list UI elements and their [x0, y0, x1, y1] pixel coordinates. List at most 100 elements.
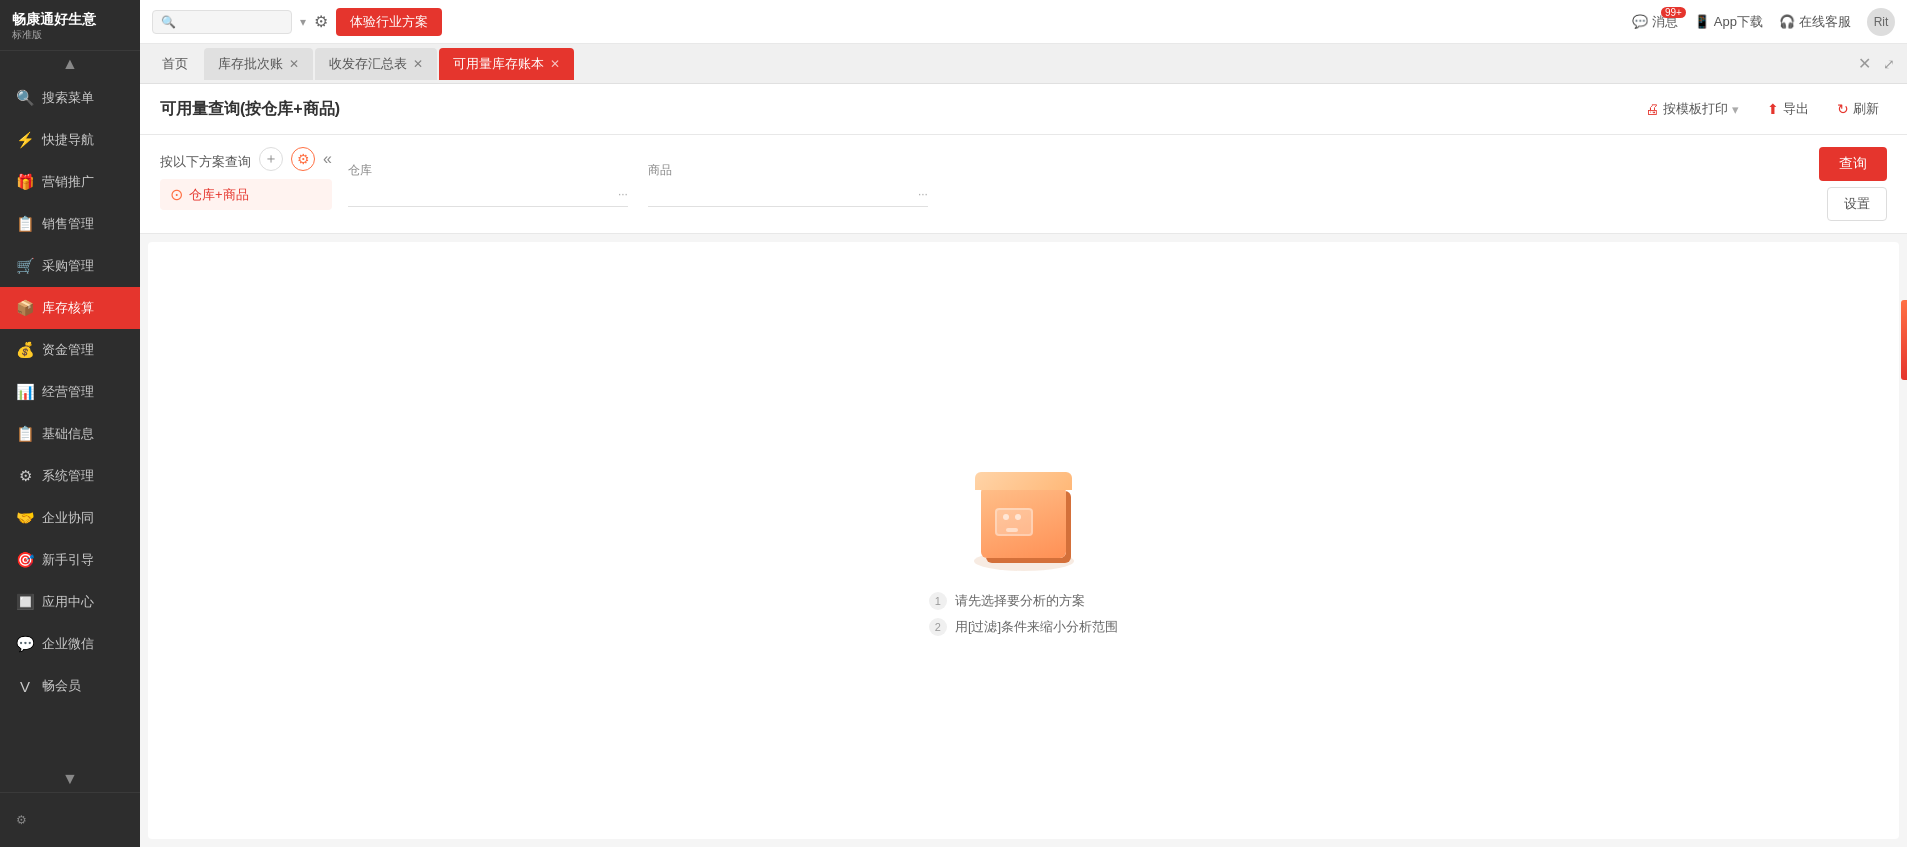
- message-btn[interactable]: 💬 消息 99+: [1632, 13, 1678, 31]
- scroll-down-btn[interactable]: ▼: [0, 766, 140, 792]
- tab-summary-close-icon[interactable]: ✕: [413, 58, 423, 70]
- sidebar-icon-0: 🔍: [16, 89, 34, 107]
- hint1-text: 请先选择要分析的方案: [955, 592, 1085, 610]
- collapse-icon[interactable]: «: [323, 150, 332, 168]
- sidebar-item-settings[interactable]: ⚙: [0, 801, 140, 839]
- tab-available-qty[interactable]: 可用量库存账本 ✕: [439, 48, 574, 80]
- user-avatar[interactable]: Rit: [1867, 8, 1895, 36]
- print-chevron-icon: ▾: [1732, 102, 1739, 117]
- topbar-chevron-icon[interactable]: ▾: [300, 15, 306, 29]
- tab-available-label: 可用量库存账本: [453, 55, 544, 73]
- print-label: 按模板打印: [1663, 100, 1728, 118]
- scheme-item-warehouse-goods[interactable]: ⊙ 仓库+商品: [160, 179, 332, 210]
- print-btn[interactable]: 🖨 按模板打印 ▾: [1637, 96, 1747, 122]
- topbar-gear-icon[interactable]: ⚙: [314, 12, 328, 31]
- sidebar-item-12[interactable]: 🔲 应用中心: [0, 581, 140, 623]
- filter-area: 按以下方案查询 ＋ ⚙ « ⊙ 仓库+商品 仓库 ··: [140, 135, 1907, 234]
- sidebar-icon-1: ⚡: [16, 131, 34, 149]
- page-title: 可用量查询(按仓库+商品): [160, 99, 340, 120]
- tab-summary-label: 收发存汇总表: [329, 55, 407, 73]
- user-initial: Rit: [1874, 15, 1889, 29]
- content-body: 1 请先选择要分析的方案 2 用[过滤]条件来缩小分析范围: [148, 242, 1899, 839]
- expand-icon[interactable]: ⤢: [1879, 52, 1899, 76]
- sidebar-item-8[interactable]: 📋 基础信息: [0, 413, 140, 455]
- sidebar-item-13[interactable]: 💬 企业微信: [0, 623, 140, 665]
- sidebar-icon-8: 📋: [16, 425, 34, 443]
- trial-btn[interactable]: 体验行业方案: [336, 8, 442, 36]
- sidebar-label-10: 企业协同: [42, 509, 94, 527]
- sidebar-label-14: 畅会员: [42, 677, 81, 695]
- sidebar-item-14[interactable]: V 畅会员: [0, 665, 140, 707]
- sidebar-label-1: 快捷导航: [42, 131, 94, 149]
- empty-hints: 1 请先选择要分析的方案 2 用[过滤]条件来缩小分析范围: [929, 592, 1118, 636]
- app-version: 标准版: [12, 28, 128, 42]
- filter-scheme-list: ⊙ 仓库+商品: [160, 179, 332, 210]
- sidebar-item-10[interactable]: 🤝 企业协同: [0, 497, 140, 539]
- online-service-btn[interactable]: 🎧 在线客服: [1779, 13, 1851, 31]
- goods-input[interactable]: [648, 187, 914, 202]
- tab-batch-account[interactable]: 库存批次账 ✕: [204, 48, 313, 80]
- warehouse-input-wrap: ···: [348, 183, 628, 207]
- sidebar-label-4: 采购管理: [42, 257, 94, 275]
- avatar: Rit: [1867, 8, 1895, 36]
- sidebar-label-12: 应用中心: [42, 593, 94, 611]
- sidebar-label-13: 企业微信: [42, 635, 94, 653]
- sidebar-icon-11: 🎯: [16, 551, 34, 569]
- goods-more-icon[interactable]: ···: [918, 187, 928, 201]
- message-badge: 99+: [1661, 7, 1686, 18]
- warehouse-more-icon[interactable]: ···: [618, 187, 628, 201]
- scheme-item-label: 仓库+商品: [189, 186, 249, 204]
- sidebar-icon-13: 💬: [16, 635, 34, 653]
- scroll-up-btn[interactable]: ▲: [0, 51, 140, 77]
- content-area: 可用量查询(按仓库+商品) 🖨 按模板打印 ▾ ⬆ 导出 ↻ 刷新: [140, 84, 1907, 847]
- tab-available-close-icon[interactable]: ✕: [550, 58, 560, 70]
- refresh-label: 刷新: [1853, 100, 1879, 118]
- tab-batch-label: 库存批次账: [218, 55, 283, 73]
- setting-btn[interactable]: 设置: [1827, 187, 1887, 221]
- sidebar-label-7: 经营管理: [42, 383, 94, 401]
- sidebar-item-4[interactable]: 🛒 采购管理: [0, 245, 140, 287]
- query-btn[interactable]: 查询: [1819, 147, 1887, 181]
- topbar-search-box[interactable]: 🔍: [152, 10, 292, 34]
- page-actions: 🖨 按模板打印 ▾ ⬆ 导出 ↻ 刷新: [1637, 96, 1887, 122]
- search-icon: 🔍: [161, 15, 176, 29]
- topbar: 🔍 ▾ ⚙ 体验行业方案 💬 消息 99+ 📱 App下载 🎧 在线客服 R: [140, 0, 1907, 44]
- sidebar-item-5[interactable]: 📦 库存核算: [0, 287, 140, 329]
- sidebar-icon-2: 🎁: [16, 173, 34, 191]
- add-scheme-btn[interactable]: ＋: [259, 147, 283, 171]
- sidebar-item-1[interactable]: ⚡ 快捷导航: [0, 119, 140, 161]
- gear-small-icon: ⚙: [16, 813, 27, 827]
- hint2-text: 用[过滤]条件来缩小分析范围: [955, 618, 1118, 636]
- goods-field: 商品 ···: [648, 162, 928, 207]
- sidebar-item-0[interactable]: 🔍 搜索菜单: [0, 77, 140, 119]
- sidebar-item-2[interactable]: 🎁 营销推广: [0, 161, 140, 203]
- export-btn[interactable]: ⬆ 导出: [1759, 96, 1817, 122]
- tab-home[interactable]: 首页: [148, 48, 202, 80]
- edit-scheme-btn[interactable]: ⚙: [291, 147, 315, 171]
- hint1-num: 1: [929, 592, 947, 610]
- empty-hint-1: 1 请先选择要分析的方案: [929, 592, 1118, 610]
- filter-label: 按以下方案查询: [160, 147, 251, 171]
- refresh-icon: ↻: [1837, 101, 1849, 117]
- sidebar-label-3: 销售管理: [42, 215, 94, 233]
- sidebar-item-7[interactable]: 📊 经营管理: [0, 371, 140, 413]
- main-area: 🔍 ▾ ⚙ 体验行业方案 💬 消息 99+ 📱 App下载 🎧 在线客服 R: [140, 0, 1907, 847]
- tabs-right-controls: ✕ ⤢: [1854, 50, 1899, 77]
- close-all-tabs-icon[interactable]: ✕: [1854, 50, 1875, 77]
- refresh-btn[interactable]: ↻ 刷新: [1829, 96, 1887, 122]
- warehouse-field: 仓库 ···: [348, 162, 628, 207]
- sidebar-item-11[interactable]: 🎯 新手引导: [0, 539, 140, 581]
- search-input[interactable]: [180, 15, 283, 29]
- app-download-btn[interactable]: 📱 App下载: [1694, 13, 1763, 31]
- tab-summary[interactable]: 收发存汇总表 ✕: [315, 48, 437, 80]
- sidebar-item-9[interactable]: ⚙ 系统管理: [0, 455, 140, 497]
- tab-batch-close-icon[interactable]: ✕: [289, 58, 299, 70]
- page-header: 可用量查询(按仓库+商品) 🖨 按模板打印 ▾ ⬆ 导出 ↻ 刷新: [140, 84, 1907, 135]
- sidebar-item-3[interactable]: 📋 销售管理: [0, 203, 140, 245]
- tabs-bar: 首页 库存批次账 ✕ 收发存汇总表 ✕ 可用量库存账本 ✕ ✕ ⤢: [140, 44, 1907, 84]
- empty-hint-2: 2 用[过滤]条件来缩小分析范围: [929, 618, 1118, 636]
- sidebar-item-6[interactable]: 💰 资金管理: [0, 329, 140, 371]
- app-name: 畅康通好生意: [12, 10, 128, 28]
- scroll-indicator: [1901, 300, 1907, 380]
- warehouse-input[interactable]: [348, 187, 614, 202]
